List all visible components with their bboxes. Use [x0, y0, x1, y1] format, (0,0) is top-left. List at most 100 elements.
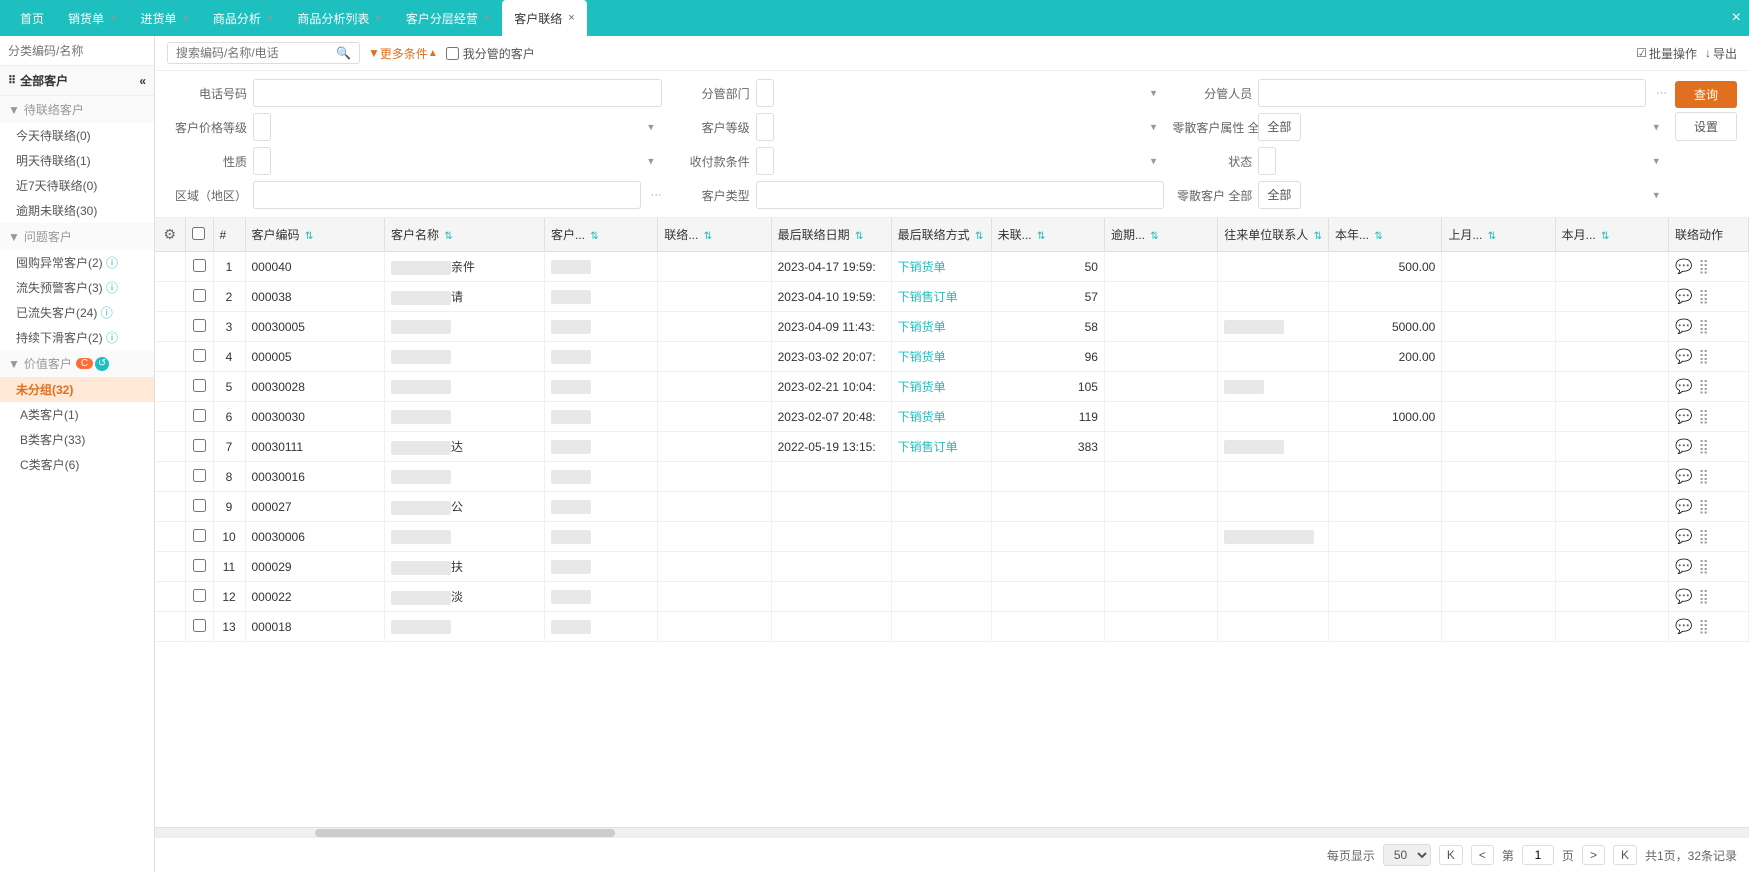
gear-icon[interactable]: ⚙ — [163, 226, 176, 242]
row-checkbox[interactable] — [193, 589, 206, 602]
more-btn[interactable]: ··· — [1656, 87, 1667, 99]
collapse-icon[interactable]: « — [139, 74, 146, 88]
dept-select[interactable] — [756, 79, 774, 107]
price-level-select[interactable] — [253, 113, 271, 141]
grid-icon[interactable]: ⣿ — [1698, 468, 1708, 485]
chat-icon[interactable]: 💬 — [1675, 468, 1692, 485]
nature-select[interactable] — [253, 147, 271, 175]
close-icon[interactable]: × — [182, 12, 188, 24]
last-method-link[interactable]: 下销售订单 — [898, 290, 958, 304]
search-submit-icon[interactable]: 🔍 — [336, 46, 351, 60]
tab-product-analysis-list[interactable]: 商品分析列表 × — [285, 0, 393, 36]
category-search-input[interactable] — [8, 44, 155, 58]
last-method-link[interactable]: 下销货单 — [898, 320, 946, 334]
chat-icon[interactable]: 💬 — [1675, 348, 1692, 365]
sidebar-item-overdue-contact[interactable]: 逾期未联络(30) — [0, 198, 154, 223]
tab-sales[interactable]: 销货单 × — [56, 0, 128, 36]
sidebar-item-class-a[interactable]: A类客户(1) — [0, 402, 154, 427]
customer-level-select[interactable] — [756, 113, 774, 141]
close-icon[interactable]: × — [484, 12, 490, 24]
row-checkbox[interactable] — [193, 349, 206, 362]
sidebar-item-class-c[interactable]: C类客户(6) — [0, 452, 154, 477]
row-checkbox[interactable] — [193, 409, 206, 422]
batch-ops-button[interactable]: ☑ 批量操作 — [1636, 45, 1697, 62]
chat-icon[interactable]: 💬 — [1675, 378, 1692, 395]
grid-icon[interactable]: ⣿ — [1698, 438, 1708, 455]
last-method-link[interactable]: 下销货单 — [898, 410, 946, 424]
grid-icon[interactable]: ⣿ — [1698, 318, 1708, 335]
row-checkbox[interactable] — [193, 499, 206, 512]
person-input[interactable] — [1258, 79, 1646, 107]
search-input[interactable] — [176, 46, 336, 60]
retail-attr-select[interactable]: 全部 — [1258, 113, 1301, 141]
sidebar-item-unassigned[interactable]: 未分组(32) — [0, 377, 154, 402]
scrollbar-thumb[interactable] — [315, 829, 615, 837]
grid-icon[interactable]: ⣿ — [1698, 618, 1708, 635]
sidebar-item-churn-warning[interactable]: 流失预警客户(3) ⓘ — [0, 275, 154, 300]
chat-icon[interactable]: 💬 — [1675, 288, 1692, 305]
chat-icon[interactable]: 💬 — [1675, 408, 1692, 425]
horizontal-scrollbar[interactable] — [155, 827, 1749, 837]
customer-type-input[interactable] — [756, 181, 1165, 209]
row-checkbox[interactable] — [193, 259, 206, 272]
tab-home[interactable]: 首页 — [8, 0, 56, 36]
grid-icon[interactable]: ⣿ — [1698, 288, 1708, 305]
sidebar-item-today-pending[interactable]: 今天待联络(0) — [0, 123, 154, 148]
tab-purchase[interactable]: 进货单 × — [128, 0, 200, 36]
phone-input[interactable] — [253, 79, 662, 107]
chat-icon[interactable]: 💬 — [1675, 618, 1692, 635]
sidebar-item-churned[interactable]: 已流失客户(24) ⓘ — [0, 300, 154, 325]
sidebar-item-tomorrow-pending[interactable]: 明天待联络(1) — [0, 148, 154, 173]
more-conditions-button[interactable]: ▼ 更多条件 ▲ — [368, 45, 438, 62]
grid-icon[interactable]: ⣿ — [1698, 378, 1708, 395]
my-customers-checkbox[interactable]: 我分管的客户 — [446, 45, 535, 62]
tab-customer-segmentation[interactable]: 客户分层经营 × — [394, 0, 502, 36]
chat-icon[interactable]: 💬 — [1675, 498, 1692, 515]
sidebar-item-hoarding-abnormal[interactable]: 囤购异常客户(2) ⓘ — [0, 250, 154, 275]
my-customers-check[interactable] — [446, 47, 459, 60]
row-checkbox[interactable] — [193, 559, 206, 572]
last-method-link[interactable]: 下销货单 — [898, 260, 946, 274]
chat-icon[interactable]: 💬 — [1675, 588, 1692, 605]
export-button[interactable]: ↓ 导出 — [1705, 45, 1737, 62]
last-method-link[interactable]: 下销售订单 — [898, 440, 958, 454]
last-method-link[interactable]: 下销货单 — [898, 350, 946, 364]
close-icon[interactable]: × — [568, 12, 574, 24]
last-page-button[interactable]: K — [1613, 845, 1637, 865]
tab-product-analysis[interactable]: 商品分析 × — [201, 0, 285, 36]
all-customers-item[interactable]: ⠿ 全部客户 « — [0, 66, 154, 96]
row-checkbox[interactable] — [193, 379, 206, 392]
retail-select[interactable]: 全部 — [1258, 181, 1301, 209]
chat-icon[interactable]: 💬 — [1675, 438, 1692, 455]
grid-icon[interactable]: ⣿ — [1698, 498, 1708, 515]
row-checkbox[interactable] — [193, 469, 206, 482]
row-checkbox[interactable] — [193, 439, 206, 452]
status-select[interactable] — [1258, 147, 1276, 175]
close-icon[interactable]: × — [110, 12, 116, 24]
query-button[interactable]: 查询 — [1675, 81, 1737, 108]
select-all-checkbox[interactable] — [192, 227, 205, 240]
grid-icon[interactable]: ⣿ — [1698, 348, 1708, 365]
grid-icon[interactable]: ⣿ — [1698, 528, 1708, 545]
close-icon[interactable]: × — [375, 12, 381, 24]
page-number-input[interactable] — [1522, 845, 1554, 865]
grid-icon[interactable]: ⣿ — [1698, 588, 1708, 605]
chat-icon[interactable]: 💬 — [1675, 258, 1692, 275]
first-page-button[interactable]: K — [1439, 845, 1463, 865]
tab-customer-contact[interactable]: 客户联络 × — [502, 0, 586, 36]
grid-icon[interactable]: ⣿ — [1698, 258, 1708, 275]
sidebar-item-7day-pending[interactable]: 近7天待联络(0) — [0, 173, 154, 198]
per-page-select[interactable]: 50 — [1383, 844, 1431, 866]
grid-icon[interactable]: ⣿ — [1698, 408, 1708, 425]
last-method-link[interactable]: 下销货单 — [898, 380, 946, 394]
close-icon[interactable]: × — [267, 12, 273, 24]
reset-button[interactable]: 设置 — [1675, 112, 1737, 141]
chat-icon[interactable]: 💬 — [1675, 318, 1692, 335]
next-page-button[interactable]: > — [1582, 845, 1605, 865]
row-checkbox[interactable] — [193, 289, 206, 302]
more-btn[interactable]: ··· — [651, 189, 662, 201]
sidebar-item-class-b[interactable]: B类客户(33) — [0, 427, 154, 452]
grid-icon[interactable]: ⣿ — [1698, 558, 1708, 575]
chat-icon[interactable]: 💬 — [1675, 528, 1692, 545]
row-checkbox[interactable] — [193, 319, 206, 332]
